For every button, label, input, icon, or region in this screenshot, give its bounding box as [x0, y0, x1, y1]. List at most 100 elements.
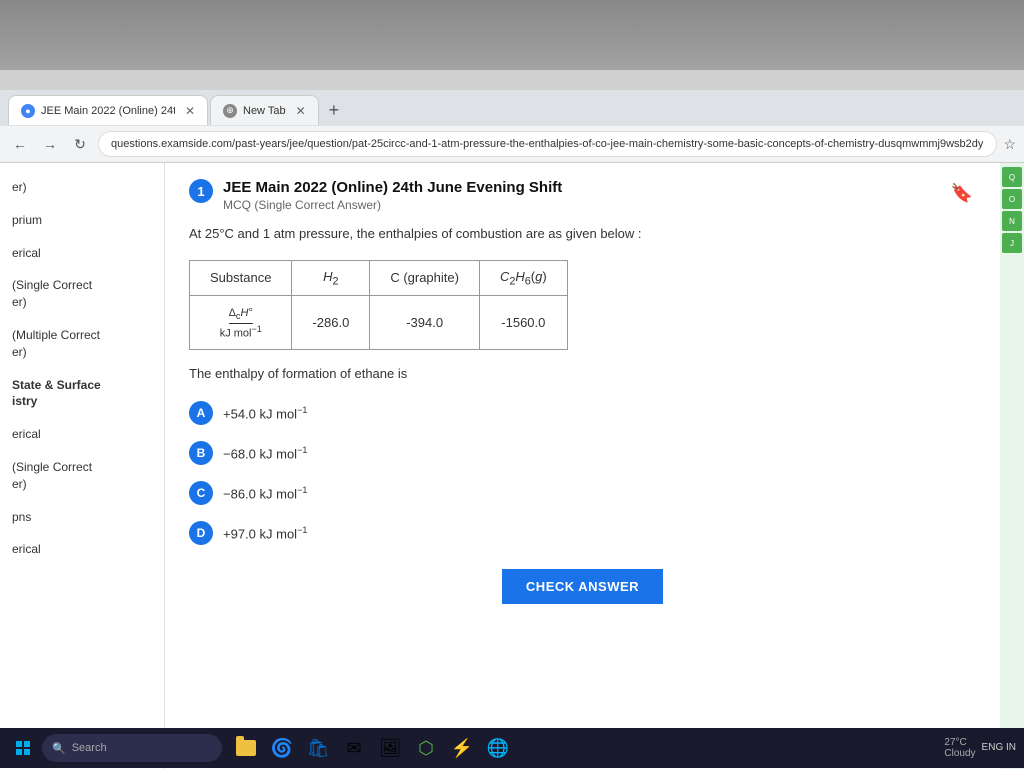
explorer-icon: [236, 740, 256, 756]
table-cell-h2-value: -286.0: [292, 296, 370, 350]
right-panel-item-1[interactable]: Q: [1002, 167, 1022, 187]
table-cell-graphite-value: -394.0: [370, 296, 480, 350]
sidebar-item-prium[interactable]: prium: [0, 204, 164, 237]
table-header-ethane: C2H6(g): [479, 260, 567, 296]
weather-condition: Cloudy: [944, 748, 975, 759]
sidebar-item-erical3[interactable]: erical: [0, 533, 164, 566]
time-display: ENG IN: [982, 741, 1016, 755]
right-panel: Q O N J: [1000, 163, 1024, 769]
right-panel-item-3[interactable]: N: [1002, 211, 1022, 231]
edge-icon: 🌀: [271, 738, 293, 759]
table-row-label: ΔcH° kJ mol−1: [190, 296, 292, 350]
game-icon: ⬡: [418, 738, 434, 759]
option-c[interactable]: C −86.0 kJ mol−1: [189, 481, 976, 505]
taskbar-app-security[interactable]: ⚡: [446, 732, 478, 764]
check-answer-button[interactable]: CHECK ANSWER: [502, 569, 663, 604]
formation-text: The enthalpy of formation of ethane is: [189, 366, 976, 381]
taskbar-app-game[interactable]: ⬡: [410, 732, 442, 764]
sidebar-item-erical2[interactable]: erical: [0, 418, 164, 451]
content-area: 1 JEE Main 2022 (Online) 24th June Eveni…: [165, 163, 1000, 769]
option-a-badge: A: [189, 401, 213, 425]
taskbar-apps: 🌀 🛍 ✉ 🖼 ⬡ ⚡ 🌐: [230, 732, 514, 764]
option-b[interactable]: B −68.0 kJ mol−1: [189, 441, 976, 465]
sidebar-item-state-surface[interactable]: State & Surfaceistry: [0, 369, 164, 419]
tab-bar: ● JEE Main 2022 (Online) 24th Juni... ✕ …: [0, 90, 1024, 126]
tab-newtab-label: New Tab: [243, 105, 286, 117]
sidebar-item-single-correct1[interactable]: (Single Correcter): [0, 269, 164, 319]
taskbar-app-photo[interactable]: 🖼: [374, 732, 406, 764]
taskbar-time: ENG IN: [982, 741, 1016, 755]
option-c-badge: C: [189, 481, 213, 505]
question-header: 1 JEE Main 2022 (Online) 24th June Eveni…: [189, 179, 976, 212]
sidebar-item-er[interactable]: er): [0, 171, 164, 204]
address-bar[interactable]: questions.examside.com/past-years/jee/qu…: [98, 131, 997, 157]
address-text: questions.examside.com/past-years/jee/qu…: [111, 138, 983, 150]
question-number: 1: [189, 179, 213, 203]
taskbar-app-chrome[interactable]: 🌐: [482, 732, 514, 764]
option-a-text: +54.0 kJ mol−1: [223, 405, 307, 421]
tab-newtab[interactable]: ⊕ New Tab ✕: [210, 95, 319, 125]
new-tab-button[interactable]: +: [321, 100, 348, 121]
weather-temp: 27°C: [944, 737, 975, 748]
tab-jee-label: JEE Main 2022 (Online) 24th Juni...: [41, 105, 175, 117]
forward-button[interactable]: →: [38, 132, 62, 156]
fraction-label: ΔcH° kJ mol−1: [220, 307, 262, 341]
question-title-block: JEE Main 2022 (Online) 24th June Evening…: [223, 179, 562, 212]
sidebar-item-single-correct2[interactable]: (Single Correcter): [0, 451, 164, 501]
store-icon: 🛍: [307, 738, 330, 759]
taskbar-right: 27°C Cloudy ENG IN: [944, 737, 1016, 759]
start-button[interactable]: [8, 733, 38, 763]
sidebar: er) prium erical (Single Correcter) (Mul…: [0, 163, 165, 769]
browser-chrome: ● JEE Main 2022 (Online) 24th Juni... ✕ …: [0, 90, 1024, 163]
reload-button[interactable]: ↻: [68, 132, 92, 156]
option-b-text: −68.0 kJ mol−1: [223, 445, 307, 461]
main-layout: er) prium erical (Single Correcter) (Mul…: [0, 163, 1024, 769]
option-d[interactable]: D +97.0 kJ mol−1: [189, 521, 976, 545]
tab-newtab-icon: ⊕: [223, 104, 237, 118]
combustion-table: Substance H2 C (graphite) C2H6(g) ΔcH° k…: [189, 260, 568, 351]
windows-icon: [16, 741, 30, 755]
tab-jee[interactable]: ● JEE Main 2022 (Online) 24th Juni... ✕: [8, 95, 208, 125]
right-panel-item-2[interactable]: O: [1002, 189, 1022, 209]
sidebar-item-erical1[interactable]: erical: [0, 237, 164, 270]
fraction-denominator: kJ mol−1: [220, 324, 262, 341]
bookmark-icon[interactable]: ☆: [1003, 136, 1016, 153]
taskbar-app-explorer[interactable]: [230, 732, 262, 764]
fraction-numerator: ΔcH°: [229, 307, 253, 324]
bookmark-question-button[interactable]: 🔖: [948, 179, 976, 207]
table-cell-ethane-value: -1560.0: [479, 296, 567, 350]
table-header-substance: Substance: [190, 260, 292, 296]
taskbar-search[interactable]: 🔍 Search: [42, 734, 222, 762]
taskbar: 🔍 Search 🌀 🛍 ✉ 🖼 ⬡ ⚡ 🌐 27°C Cloud: [0, 728, 1024, 768]
sidebar-item-pns[interactable]: pns: [0, 501, 164, 534]
taskbar-app-mail[interactable]: ✉: [338, 732, 370, 764]
taskbar-search-icon: 🔍: [52, 742, 66, 755]
options-list: A +54.0 kJ mol−1 B −68.0 kJ mol−1 C −86.…: [189, 401, 976, 545]
option-d-badge: D: [189, 521, 213, 545]
option-b-badge: B: [189, 441, 213, 465]
weather-info: 27°C Cloudy: [944, 737, 975, 759]
question-exam-title: JEE Main 2022 (Online) 24th June Evening…: [223, 179, 562, 196]
option-d-text: +97.0 kJ mol−1: [223, 525, 307, 541]
right-panel-item-4[interactable]: J: [1002, 233, 1022, 253]
security-icon: ⚡: [451, 738, 473, 759]
photo-bar: [0, 0, 1024, 90]
tab-jee-close[interactable]: ✕: [185, 104, 195, 118]
table-header-graphite: C (graphite): [370, 260, 480, 296]
tab-jee-icon: ●: [21, 104, 35, 118]
question-text: At 25°C and 1 atm pressure, the enthalpi…: [189, 224, 976, 244]
mail-icon: ✉: [346, 738, 361, 759]
taskbar-app-store[interactable]: 🛍: [302, 732, 334, 764]
photo-icon: 🖼: [379, 738, 402, 759]
option-c-text: −86.0 kJ mol−1: [223, 485, 307, 501]
back-button[interactable]: ←: [8, 132, 32, 156]
taskbar-app-edge[interactable]: 🌀: [266, 732, 298, 764]
taskbar-search-label: Search: [72, 742, 107, 754]
address-bar-row: ← → ↻ questions.examside.com/past-years/…: [0, 126, 1024, 162]
option-a[interactable]: A +54.0 kJ mol−1: [189, 401, 976, 425]
sidebar-item-multiple-correct[interactable]: (Multiple Correcter): [0, 319, 164, 369]
tab-newtab-close[interactable]: ✕: [296, 104, 306, 118]
table-header-h2: H2: [292, 260, 370, 296]
question-type: MCQ (Single Correct Answer): [223, 198, 562, 212]
chrome-icon: 🌐: [487, 738, 509, 759]
